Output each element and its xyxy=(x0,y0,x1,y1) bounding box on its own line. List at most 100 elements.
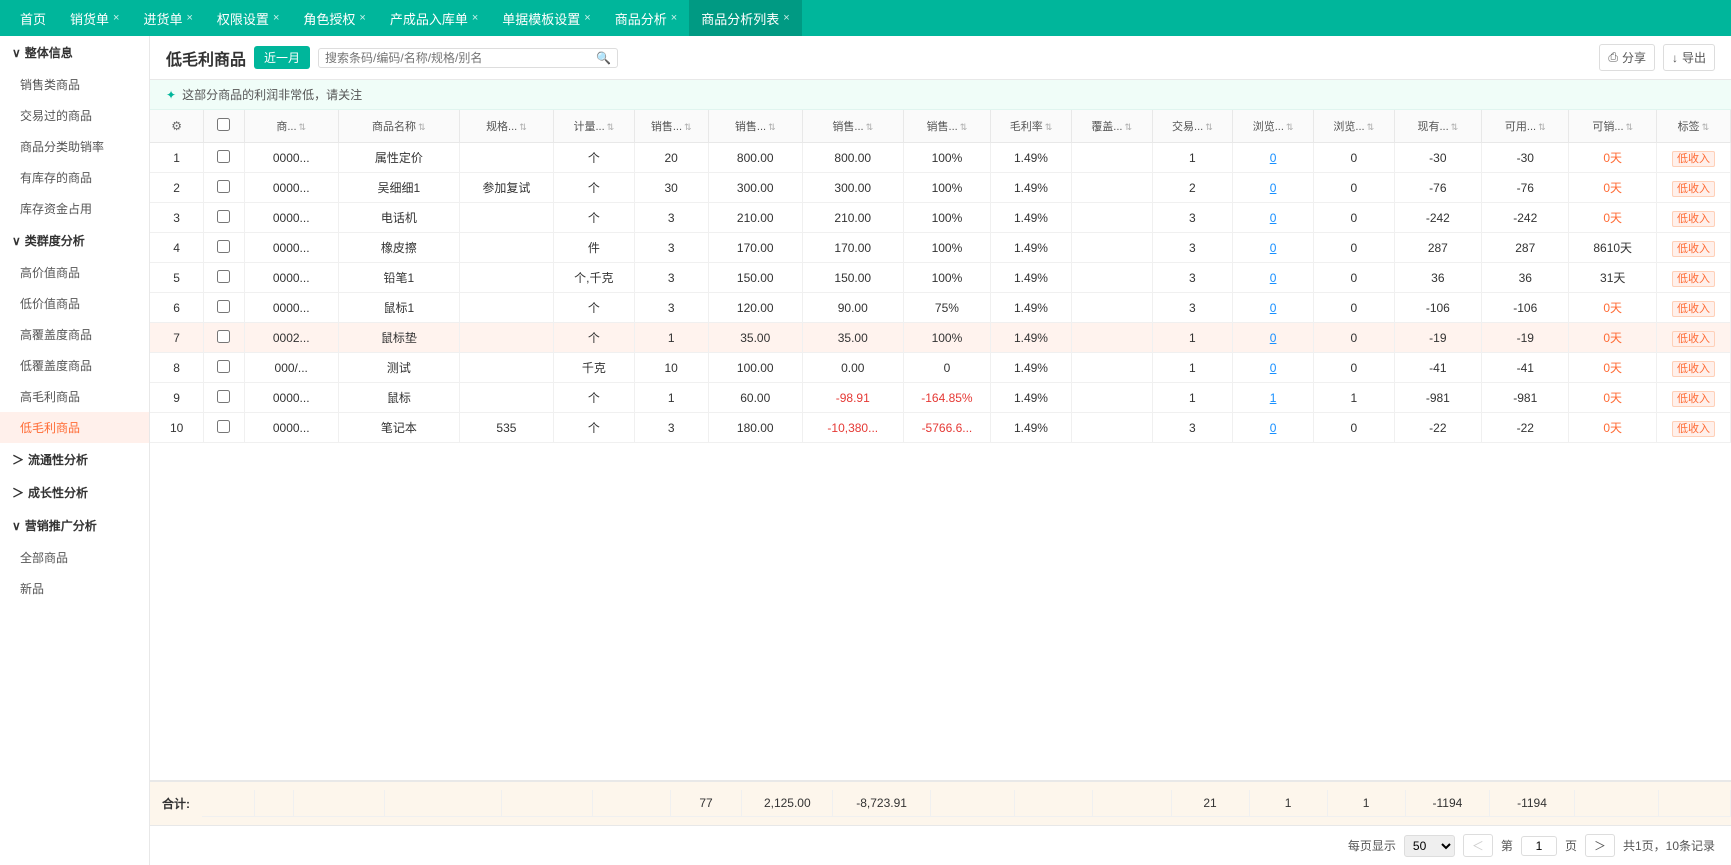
sidebar-group-cluster[interactable]: ∨ 类群度分析 xyxy=(0,224,149,257)
col-sales-profit-header[interactable]: 销售...⇅ xyxy=(802,110,903,143)
row-checkbox[interactable] xyxy=(217,300,230,313)
col-sku-header[interactable]: 商...⇅ xyxy=(244,110,338,143)
sidebar-item-high-coverage[interactable]: 高覆盖度商品 xyxy=(0,319,149,350)
row-checkbox[interactable] xyxy=(217,150,230,163)
cell-sales-rate: -5766.6... xyxy=(903,413,990,443)
search-icon[interactable]: 🔍 xyxy=(596,51,611,65)
cell-tag: 低收入 xyxy=(1656,203,1730,233)
nav-analysis-list-close[interactable]: × xyxy=(783,12,789,24)
table-row: 2 0000... 吴细细1 参加复试 个 30 300.00 300.00 1… xyxy=(150,173,1731,203)
sidebar-group-growth[interactable]: ＞ 成长性分析 xyxy=(0,476,149,509)
row-checkbox[interactable] xyxy=(217,390,230,403)
nav-analysis-list[interactable]: 商品分析列表 × xyxy=(689,0,801,36)
row-checkbox[interactable] xyxy=(217,420,230,433)
prev-page-button[interactable]: ＜ xyxy=(1463,834,1493,857)
nav-analysis[interactable]: 商品分析 × xyxy=(603,0,689,36)
nav-home[interactable]: 首页 xyxy=(8,0,58,36)
nav-role-close[interactable]: × xyxy=(359,12,365,24)
next-page-button[interactable]: ＞ xyxy=(1585,834,1615,857)
col-sellable-header[interactable]: 可销...⇅ xyxy=(1569,110,1656,143)
sidebar-item-new-products[interactable]: 新品 xyxy=(0,573,149,604)
col-sales-amt-header[interactable]: 销售...⇅ xyxy=(708,110,802,143)
col-unit-header[interactable]: 计量...⇅ xyxy=(554,110,635,143)
cell-available: -106 xyxy=(1482,293,1569,323)
cell-tag: 低收入 xyxy=(1656,173,1730,203)
sidebar-item-category-rate[interactable]: 商品分类助销率 xyxy=(0,131,149,162)
period-button[interactable]: 近一月 xyxy=(254,46,310,69)
nav-permission-close[interactable]: × xyxy=(273,12,279,24)
sidebar-item-low-margin[interactable]: 低毛利商品 xyxy=(0,412,149,443)
col-sales-rate-header[interactable]: 销售...⇅ xyxy=(903,110,990,143)
row-checkbox[interactable] xyxy=(217,270,230,283)
sidebar-item-all-products[interactable]: 全部商品 xyxy=(0,542,149,573)
cell-browse2: 0 xyxy=(1313,263,1394,293)
export-button[interactable]: ↓ 导出 xyxy=(1663,44,1715,71)
col-tag-header[interactable]: 标签⇅ xyxy=(1656,110,1730,143)
sidebar-item-sales-products[interactable]: 销售类商品 xyxy=(0,69,149,100)
cell-available: -41 xyxy=(1482,353,1569,383)
col-sales-qty-header[interactable]: 销售...⇅ xyxy=(634,110,708,143)
col-gross-rate-header[interactable]: 毛利率⇅ xyxy=(991,110,1072,143)
cell-browse2: 0 xyxy=(1313,173,1394,203)
col-browse1-header[interactable]: 浏览...⇅ xyxy=(1233,110,1314,143)
header-actions: ⎙ 分享 ↓ 导出 xyxy=(1599,44,1715,71)
nav-sales[interactable]: 销货单 × xyxy=(58,0,131,36)
sidebar-item-inventory-products[interactable]: 有库存的商品 xyxy=(0,162,149,193)
col-available-header[interactable]: 可用...⇅ xyxy=(1482,110,1569,143)
table-row: 9 0000... 鼠标 个 1 60.00 -98.91 -164.85% 1… xyxy=(150,383,1731,413)
page-input[interactable] xyxy=(1521,836,1557,856)
nav-purchase-close[interactable]: × xyxy=(186,12,192,24)
nav-sales-close[interactable]: × xyxy=(113,12,119,24)
cell-no: 7 xyxy=(150,323,204,353)
sidebar-item-low-value[interactable]: 低价值商品 xyxy=(0,288,149,319)
sidebar-item-high-margin[interactable]: 高毛利商品 xyxy=(0,381,149,412)
select-all-checkbox[interactable] xyxy=(217,118,230,131)
sidebar-group-marketing[interactable]: ∨ 营销推广分析 xyxy=(0,509,149,542)
cell-checkbox xyxy=(204,143,244,173)
col-spec-header[interactable]: 规格...⇅ xyxy=(459,110,553,143)
cell-tag: 低收入 xyxy=(1656,413,1730,443)
sidebar-item-traded-products[interactable]: 交易过的商品 xyxy=(0,100,149,131)
sidebar-item-low-coverage[interactable]: 低覆盖度商品 xyxy=(0,350,149,381)
sidebar-group-cluster-label: 类群度分析 xyxy=(25,232,85,249)
per-page-select[interactable]: 50 20 100 xyxy=(1404,835,1455,857)
col-browse2-header[interactable]: 浏览...⇅ xyxy=(1313,110,1394,143)
chevron-down-icon-3: ∨ xyxy=(12,519,21,533)
row-checkbox[interactable] xyxy=(217,360,230,373)
nav-analysis-close[interactable]: × xyxy=(671,12,677,24)
cell-available: -22 xyxy=(1482,413,1569,443)
row-checkbox[interactable] xyxy=(217,330,230,343)
search-input[interactable] xyxy=(325,51,596,65)
row-checkbox[interactable] xyxy=(217,240,230,253)
col-current-header[interactable]: 现有...⇅ xyxy=(1394,110,1481,143)
cell-gross-rate: 1.49% xyxy=(991,173,1072,203)
cell-browse1: 0 xyxy=(1233,323,1314,353)
cell-current: -981 xyxy=(1394,383,1481,413)
nav-purchase[interactable]: 进货单 × xyxy=(131,0,204,36)
cell-sellable: 0天 xyxy=(1569,383,1656,413)
cell-gross-rate: 1.49% xyxy=(991,383,1072,413)
nav-template[interactable]: 单据模板设置 × xyxy=(490,0,602,36)
col-trade-header[interactable]: 交易...⇅ xyxy=(1152,110,1233,143)
cell-sales-rate: 100% xyxy=(903,173,990,203)
sidebar-item-high-value[interactable]: 高价值商品 xyxy=(0,257,149,288)
col-coverage-header[interactable]: 覆盖...⇅ xyxy=(1071,110,1152,143)
col-settings[interactable]: ⚙ xyxy=(150,110,204,143)
row-checkbox[interactable] xyxy=(217,210,230,223)
sidebar-group-overall[interactable]: ∨ 整体信息 xyxy=(0,36,149,69)
settings-icon[interactable]: ⚙ xyxy=(171,119,182,133)
row-checkbox[interactable] xyxy=(217,180,230,193)
sidebar-item-inventory-capital[interactable]: 库存资金占用 xyxy=(0,193,149,224)
cell-current: -22 xyxy=(1394,413,1481,443)
nav-role[interactable]: 角色授权 × xyxy=(291,0,377,36)
nav-template-close[interactable]: × xyxy=(584,12,590,24)
nav-permission[interactable]: 权限设置 × xyxy=(205,0,291,36)
sidebar-group-liquidity[interactable]: ＞ 流通性分析 xyxy=(0,443,149,476)
cell-sku: 0000... xyxy=(244,383,338,413)
nav-product-entry[interactable]: 产成品入库单 × xyxy=(378,0,490,36)
col-name-header[interactable]: 商品名称⇅ xyxy=(338,110,459,143)
nav-product-entry-close[interactable]: × xyxy=(472,12,478,24)
share-button[interactable]: ⎙ 分享 xyxy=(1599,44,1655,71)
cell-tag: 低收入 xyxy=(1656,353,1730,383)
cell-sku: 0000... xyxy=(244,143,338,173)
